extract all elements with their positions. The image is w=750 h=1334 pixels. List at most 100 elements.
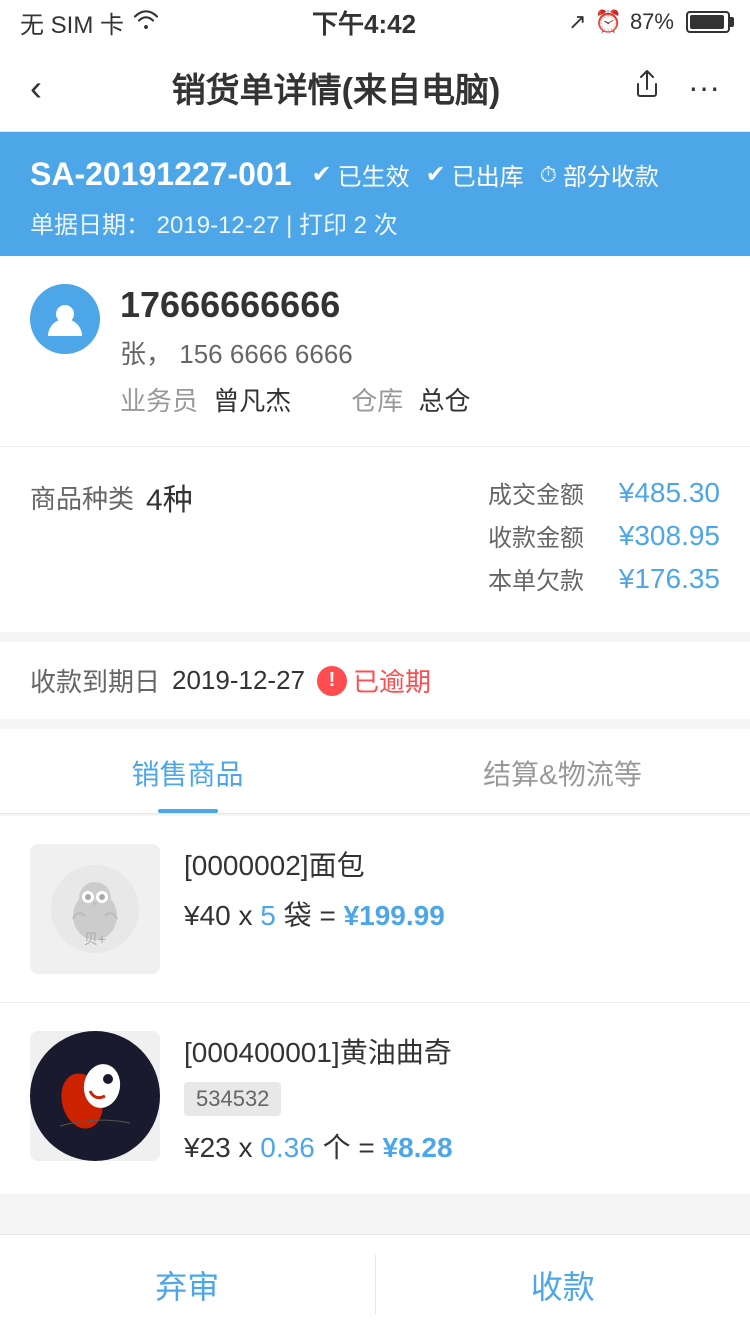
product-unit-2: 个 <box>323 1132 351 1163</box>
alarm-icon: ⏰ <box>595 9 622 35</box>
print-count: 打印 2 次 <box>299 212 398 239</box>
cancel-button[interactable]: 弃审 <box>0 1235 375 1334</box>
product-item: 贝+ [0000002]面包 ¥40 x 5 袋 = ¥199.99 <box>0 816 750 1003</box>
back-button[interactable]: ‹ <box>30 67 42 109</box>
customer-meta: 业务员 曾凡杰 仓库 总仓 <box>120 381 720 418</box>
product-unit-1: 袋 <box>284 900 312 931</box>
battery-text: 87% <box>630 9 674 35</box>
summary-right: 成交金额 ¥485.30 收款金额 ¥308.95 本单欠款 ¥176.35 <box>488 475 720 604</box>
status-effective-label: 已生效 <box>338 157 410 192</box>
amount-label: 成交金额 <box>488 475 584 510</box>
separator: | <box>286 212 299 239</box>
status-tags: ✔ 已生效 ✔ 已出库 ⏱ 部分收款 <box>312 157 659 192</box>
status-right: ↗ ⏰ 87% <box>568 9 730 35</box>
customer-contact: 张， <box>120 339 172 369</box>
sales-meta: 业务员 曾凡杰 <box>120 381 291 418</box>
debt-row: 本单欠款 ¥176.35 <box>488 561 720 596</box>
status-left: 无 SIM 卡 <box>20 5 160 40</box>
warehouse-meta: 仓库 总仓 <box>351 381 470 418</box>
product-price-2: ¥23 <box>184 1132 231 1163</box>
product-list: 贝+ [0000002]面包 ¥40 x 5 袋 = ¥199.99 <box>0 816 750 1195</box>
status-tag-effective: ✔ 已生效 <box>312 157 410 192</box>
status-bar: 无 SIM 卡 下午4:42 ↗ ⏰ 87% <box>0 0 750 44</box>
customer-info: 17666666666 张， 156 6666 6666 业务员 曾凡杰 仓库 … <box>120 284 720 418</box>
gps-icon: ↗ <box>568 9 586 35</box>
sales-value: 曾凡杰 <box>213 386 291 416</box>
overdue-badge: ! 已逾期 <box>317 662 431 699</box>
due-section: 收款到期日 2019-12-27 ! 已逾期 <box>0 642 750 729</box>
summary-left: 商品种类 4种 <box>30 475 193 604</box>
customer-phone: 张， 156 6666 6666 <box>120 334 720 371</box>
warehouse-value: 总仓 <box>419 386 471 416</box>
battery-indicator <box>686 11 730 33</box>
check-effective-icon: ✔ <box>312 160 332 189</box>
order-id: SA-20191227-001 <box>30 156 292 193</box>
header-banner-top: SA-20191227-001 ✔ 已生效 ✔ 已出库 ⏱ 部分收款 <box>30 156 720 193</box>
amount-value: ¥485.30 <box>600 477 720 509</box>
product-thumb-2 <box>30 1031 160 1161</box>
product-item-2: [000400001]黄油曲奇 534532 ¥23 x 0.36 个 = ¥8… <box>0 1003 750 1195</box>
debt-label: 本单欠款 <box>488 561 584 596</box>
product-info-2: [000400001]黄油曲奇 534532 ¥23 x 0.36 个 = ¥8… <box>184 1031 720 1166</box>
clock-icon: ⏱ <box>540 162 557 188</box>
customer-name: 17666666666 <box>120 284 720 326</box>
product-sku-2: 534532 <box>184 1082 281 1116</box>
tabs: 销售商品 结算&物流等 <box>0 729 750 814</box>
avatar <box>30 284 100 354</box>
status-tag-partial: ⏱ 部分收款 <box>540 157 659 192</box>
nav-title: 销货单详情(来自电脑) <box>172 63 501 112</box>
product-name-1: [0000002]面包 <box>184 844 720 884</box>
overdue-text: 已逾期 <box>353 662 431 699</box>
status-shipped-label: 已出库 <box>452 157 524 192</box>
more-icon[interactable]: ··· <box>688 69 720 106</box>
date-label: 单据日期： <box>30 212 150 239</box>
overdue-icon: ! <box>317 666 347 696</box>
tab-products[interactable]: 销售商品 <box>0 729 375 813</box>
collected-value: ¥308.95 <box>600 520 720 552</box>
kinds-value: 4种 <box>146 475 193 519</box>
wifi-icon <box>132 8 160 36</box>
product-total-1: ¥199.99 <box>344 900 445 931</box>
nav-right-actions: ··· <box>630 67 720 109</box>
product-qty-1: 5 <box>260 900 276 931</box>
product-price-row-1: ¥40 x 5 袋 = ¥199.99 <box>184 894 720 934</box>
tab-settlement-label: 结算&物流等 <box>483 759 642 790</box>
summary-section: 商品种类 4种 成交金额 ¥485.30 收款金额 ¥308.95 本单欠款 ¥… <box>0 447 750 642</box>
due-date: 2019-12-27 <box>172 665 305 696</box>
product-placeholder-1: 贝+ <box>30 844 160 974</box>
product-qty-2: 0.36 <box>260 1132 315 1163</box>
status-time: 下午4:42 <box>312 4 416 41</box>
product-price-1: ¥40 <box>184 900 231 931</box>
check-shipped-icon: ✔ <box>426 160 446 189</box>
status-partial-label: 部分收款 <box>563 157 659 192</box>
share-icon[interactable] <box>630 67 664 109</box>
carrier-text: 无 SIM 卡 <box>20 5 124 40</box>
kinds-label: 商品种类 <box>30 479 134 516</box>
tab-settlement[interactable]: 结算&物流等 <box>375 729 750 813</box>
collected-label: 收款金额 <box>488 518 584 553</box>
product-total-2: ¥8.28 <box>383 1132 453 1163</box>
tab-products-label: 销售商品 <box>131 759 243 790</box>
svg-text:贝+: 贝+ <box>84 931 106 947</box>
customer-section: 17666666666 张， 156 6666 6666 业务员 曾凡杰 仓库 … <box>0 256 750 447</box>
amount-row: 成交金额 ¥485.30 <box>488 475 720 510</box>
header-banner: SA-20191227-001 ✔ 已生效 ✔ 已出库 ⏱ 部分收款 单据日期：… <box>0 132 750 256</box>
confirm-button[interactable]: 收款 <box>376 1235 750 1334</box>
due-label: 收款到期日 <box>30 662 160 699</box>
nav-bar: ‹ 销货单详情(来自电脑) ··· <box>0 44 750 132</box>
avatar-icon <box>44 298 86 340</box>
product-thumb-2-image <box>30 1031 160 1161</box>
customer-phone-num: 156 6666 6666 <box>179 339 353 369</box>
bottom-bar: 弃审 收款 <box>0 1234 750 1334</box>
product-price-row-2: ¥23 x 0.36 个 = ¥8.28 <box>184 1126 720 1166</box>
sales-label: 业务员 <box>120 386 198 416</box>
product-info-1: [0000002]面包 ¥40 x 5 袋 = ¥199.99 <box>184 844 720 934</box>
collected-row: 收款金额 ¥308.95 <box>488 518 720 553</box>
status-tag-shipped: ✔ 已出库 <box>426 157 524 192</box>
product-thumb-owl-icon: 贝+ <box>50 864 140 954</box>
warehouse-label: 仓库 <box>351 386 403 416</box>
product-thumb-1: 贝+ <box>30 844 160 974</box>
product-name-2: [000400001]黄油曲奇 <box>184 1031 720 1071</box>
header-banner-bottom: 单据日期： 2019-12-27 | 打印 2 次 <box>30 205 720 240</box>
debt-value: ¥176.35 <box>600 563 720 595</box>
